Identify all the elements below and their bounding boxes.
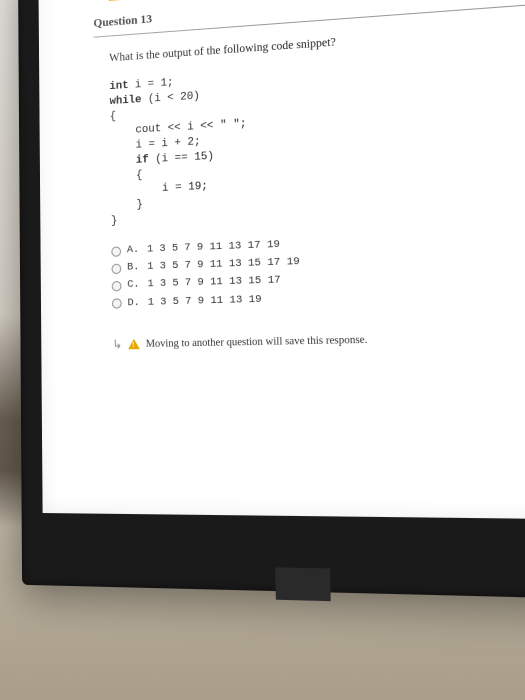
radio-icon[interactable] bbox=[111, 246, 121, 256]
photo-scene: ↳ Moving to another question will save t… bbox=[0, 0, 525, 700]
quiz-content: ↳ Moving to another question will save t… bbox=[38, 0, 525, 383]
option-label: B. bbox=[127, 260, 140, 276]
warning-icon bbox=[108, 0, 120, 1]
screen: ↳ Moving to another question will save t… bbox=[38, 0, 525, 520]
option-text: 1 3 5 7 9 11 13 19 bbox=[148, 292, 262, 311]
warning-icon bbox=[128, 339, 140, 349]
option-label: D. bbox=[127, 295, 140, 311]
radio-icon[interactable] bbox=[112, 281, 122, 291]
radio-icon[interactable] bbox=[112, 298, 122, 308]
arrow-icon: ↳ bbox=[112, 336, 122, 354]
option-text: 1 3 5 7 9 11 13 15 17 19 bbox=[147, 255, 300, 276]
notice-text-bottom: Moving to another question will save thi… bbox=[146, 332, 368, 352]
monitor-stand bbox=[275, 567, 331, 601]
code-snippet: int int i = 1;i = 1; while (i < 20) { co… bbox=[109, 50, 525, 229]
radio-icon[interactable] bbox=[111, 263, 121, 273]
monitor: ↳ Moving to another question will save t… bbox=[18, 0, 525, 599]
option-label: A. bbox=[127, 243, 140, 259]
arrow-icon: ↳ bbox=[93, 0, 103, 6]
option-text: 1 3 5 7 9 11 13 17 19 bbox=[147, 237, 280, 257]
answer-options: A. 1 3 5 7 9 11 13 17 19 B. 1 3 5 7 9 11… bbox=[111, 227, 525, 312]
question-body: What is the output of the following code… bbox=[94, 17, 525, 354]
option-text: 1 3 5 7 9 11 13 15 17 bbox=[147, 273, 280, 293]
option-label: C. bbox=[127, 278, 140, 294]
save-notice-bottom: ↳ Moving to another question will save t… bbox=[112, 327, 525, 354]
